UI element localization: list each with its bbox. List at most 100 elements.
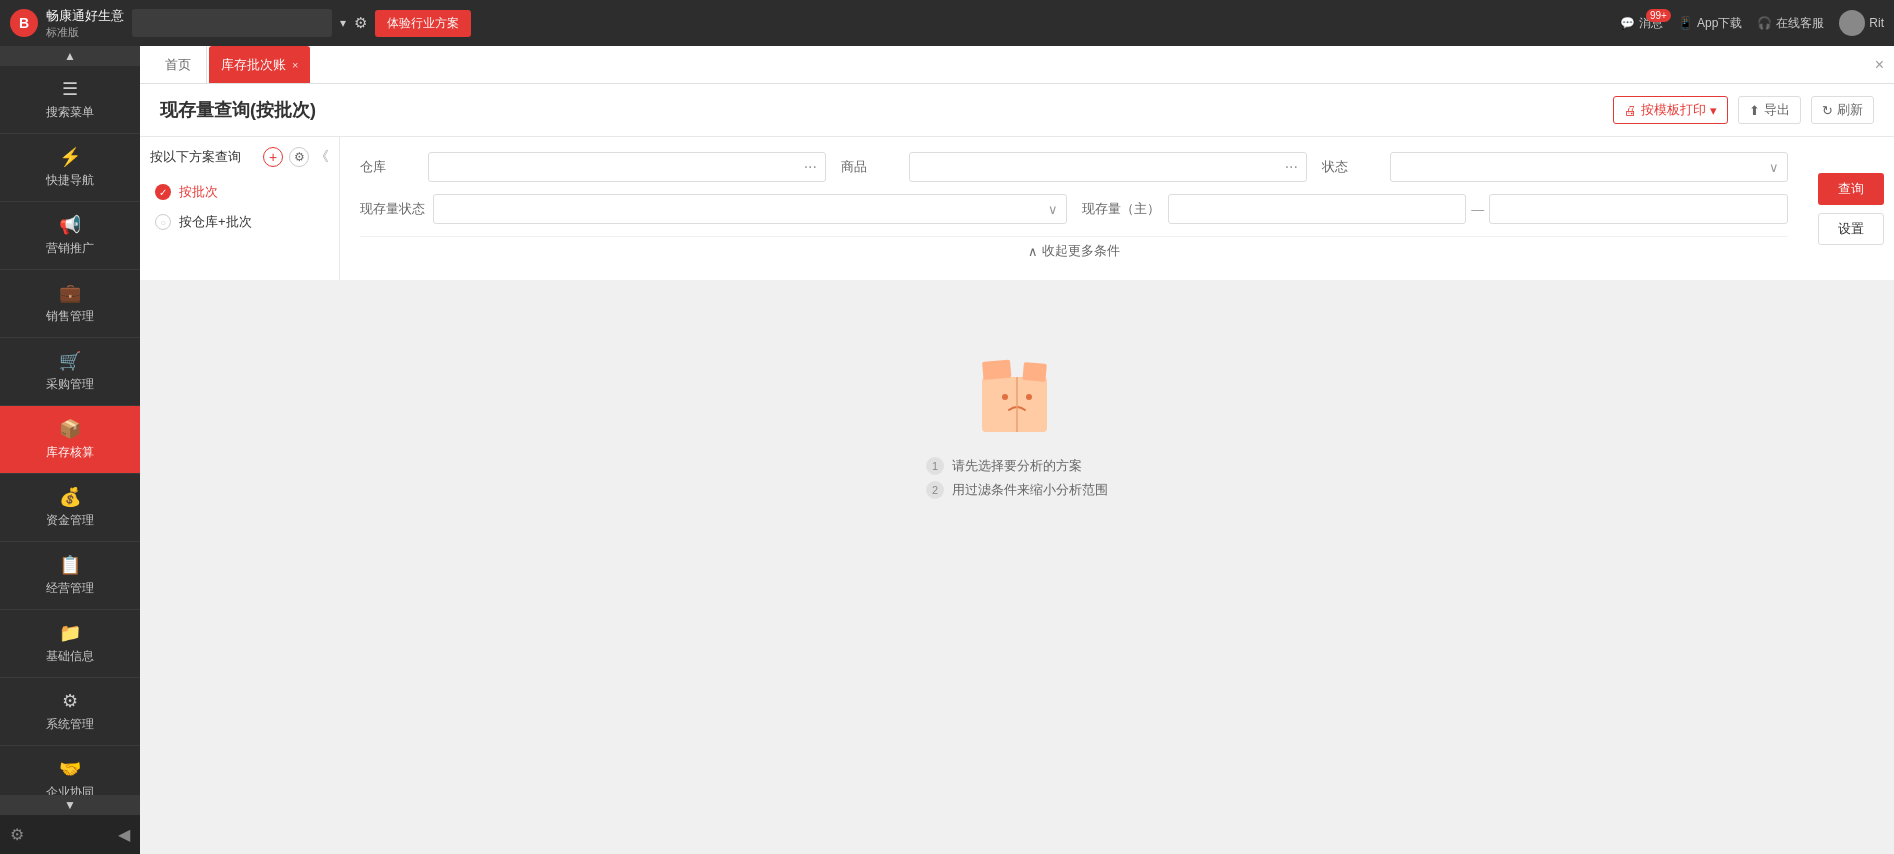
sidebar-item-system[interactable]: ⚙ 系统管理 xyxy=(0,678,140,746)
sidebar-item-label: 销售管理 xyxy=(46,308,94,325)
chevron-down-icon: ▾ xyxy=(340,16,346,30)
sidebar-item-operations[interactable]: 📋 经营管理 xyxy=(0,542,140,610)
tip-text-2: 用过滤条件来缩小分析范围 xyxy=(952,481,1108,499)
scheme-header: 按以下方案查询 + ⚙ 《 xyxy=(150,147,329,167)
warehouse-dots[interactable]: ··· xyxy=(804,158,817,176)
sidebar-item-sales[interactable]: 💼 销售管理 xyxy=(0,270,140,338)
search-menu-icon: ☰ xyxy=(62,78,78,100)
refresh-button[interactable]: ↻ 刷新 xyxy=(1811,96,1874,124)
sidebar-item-basic-info[interactable]: 📁 基础信息 xyxy=(0,610,140,678)
tab-close-icon[interactable]: × xyxy=(292,59,298,71)
scheme-item-label: 按批次 xyxy=(179,183,218,201)
stock-qty-from-input[interactable] xyxy=(1168,194,1467,224)
stock-qty-to-input[interactable] xyxy=(1489,194,1788,224)
stock-status-filter: 现存量状态 ∨ xyxy=(360,194,1067,224)
sidebar-item-search-menu[interactable]: ☰ 搜索菜单 xyxy=(0,66,140,134)
scheme-panel: 按以下方案查询 + ⚙ 《 xyxy=(140,137,340,280)
warehouse-label: 仓库 xyxy=(360,158,420,176)
sidebar-item-label: 库存核算 xyxy=(46,444,94,461)
user-profile[interactable]: Rit xyxy=(1839,10,1884,36)
search-dropdown[interactable]: ▾ xyxy=(340,16,346,30)
app-download-label: App下载 xyxy=(1697,15,1742,32)
chevron-up-icon: ∧ xyxy=(1028,244,1038,259)
brand-name: 畅康通好生意 xyxy=(46,7,124,25)
sidebar: ▲ ☰ 搜索菜单 ⚡ 快捷导航 📢 营销推广 💼 销售管理 🛒 采购管理 xyxy=(0,46,140,854)
collapse-more-button[interactable]: ∧ 收起更多条件 xyxy=(360,236,1788,265)
app-download-button[interactable]: 📱 App下载 xyxy=(1678,15,1742,32)
stock-qty-range: — xyxy=(1168,194,1789,224)
print-icon: 🖨 xyxy=(1624,103,1637,118)
sidebar-scroll-down[interactable]: ▼ xyxy=(0,795,140,815)
scheme-settings-button[interactable]: ⚙ xyxy=(289,147,309,167)
warehouse-input[interactable]: ··· xyxy=(428,152,826,182)
tab-home[interactable]: 首页 xyxy=(150,46,207,83)
scheme-collapse-button[interactable]: 《 xyxy=(315,148,329,166)
search-input[interactable] xyxy=(132,9,332,37)
range-separator: — xyxy=(1471,202,1484,217)
avatar xyxy=(1839,10,1865,36)
status-label: 状态 xyxy=(1322,158,1382,176)
stock-qty-filter: 现存量（主） — xyxy=(1082,194,1789,224)
sidebar-item-purchase[interactable]: 🛒 采购管理 xyxy=(0,338,140,406)
tip-text-1: 请先选择要分析的方案 xyxy=(952,457,1082,475)
svg-rect-1 xyxy=(982,360,1011,380)
scheme-active-dot: ✓ xyxy=(155,184,171,200)
page-content: 现存量查询(按批次) 🖨 按模板打印 ▾ ⬆ 导出 ↻ 刷新 xyxy=(140,84,1894,854)
stock-status-select[interactable]: ∨ xyxy=(433,194,1067,224)
template-print-button[interactable]: 🖨 按模板打印 ▾ xyxy=(1613,96,1728,124)
customer-service-button[interactable]: 🎧 在线客服 xyxy=(1757,15,1824,32)
scheme-header-title: 按以下方案查询 xyxy=(150,148,241,166)
tab-inventory-batch[interactable]: 库存批次账 × xyxy=(209,46,310,83)
svg-rect-2 xyxy=(1022,362,1046,382)
tab-bar: 首页 库存批次账 × × xyxy=(140,46,1894,84)
query-button[interactable]: 查询 xyxy=(1818,173,1884,205)
scheme-item-by-batch[interactable]: ✓ 按批次 xyxy=(150,177,329,207)
product-dots[interactable]: ··· xyxy=(1285,158,1298,176)
scheme-header-actions: + ⚙ 《 xyxy=(263,147,329,167)
scheme-add-button[interactable]: + xyxy=(263,147,283,167)
sidebar-item-label: 采购管理 xyxy=(46,376,94,393)
export-button[interactable]: ⬆ 导出 xyxy=(1738,96,1801,124)
svg-point-3 xyxy=(1002,394,1008,400)
close-all-tabs-icon[interactable]: × xyxy=(1875,56,1884,74)
brand-sub: 标准版 xyxy=(46,25,124,40)
scheme-item-label: 按仓库+批次 xyxy=(179,213,252,231)
headset-icon: 🎧 xyxy=(1757,16,1772,30)
refresh-icon: ↻ xyxy=(1822,103,1833,118)
chevron-down-icon: ▾ xyxy=(1710,103,1717,118)
stock-status-label: 现存量状态 xyxy=(360,200,425,218)
empty-illustration xyxy=(967,342,1067,442)
trial-button[interactable]: 体验行业方案 xyxy=(375,10,471,37)
sidebar-items: ☰ 搜索菜单 ⚡ 快捷导航 📢 营销推广 💼 销售管理 🛒 采购管理 📦 库 xyxy=(0,66,140,795)
sidebar-collapse-icon[interactable]: ◀ xyxy=(118,825,130,844)
export-icon: ⬆ xyxy=(1749,103,1760,118)
stock-status-arrow: ∨ xyxy=(1048,202,1058,217)
customer-service-label: 在线客服 xyxy=(1776,15,1824,32)
product-label: 商品 xyxy=(841,158,901,176)
sidebar-item-label: 资金管理 xyxy=(46,512,94,529)
sidebar-settings-icon[interactable]: ⚙ xyxy=(10,825,24,844)
status-arrow: ∨ xyxy=(1769,160,1779,175)
status-select[interactable]: ∨ xyxy=(1390,152,1788,182)
filter-settings-button[interactable]: 设置 xyxy=(1818,213,1884,245)
message-button[interactable]: 💬 消息 99+ xyxy=(1620,15,1663,32)
sidebar-scroll-up[interactable]: ▲ xyxy=(0,46,140,66)
empty-state: 1 请先选择要分析的方案 2 用过滤条件来缩小分析范围 xyxy=(140,282,1894,559)
scheme-item-by-warehouse-batch[interactable]: ○ 按仓库+批次 xyxy=(150,207,329,237)
operations-icon: 📋 xyxy=(59,554,81,576)
sidebar-item-marketing[interactable]: 📢 营销推广 xyxy=(0,202,140,270)
settings-icon[interactable]: ⚙ xyxy=(354,14,367,32)
sidebar-item-inventory[interactable]: 📦 库存核算 xyxy=(0,406,140,474)
main-layout: ▲ ☰ 搜索菜单 ⚡ 快捷导航 📢 营销推广 💼 销售管理 🛒 采购管理 xyxy=(0,46,1894,854)
message-icon: 💬 xyxy=(1620,16,1635,30)
sidebar-item-enterprise[interactable]: 🤝 企业协同 xyxy=(0,746,140,795)
topbar-right: 💬 消息 99+ 📱 App下载 🎧 在线客服 Rit xyxy=(1620,10,1884,36)
status-filter: 状态 ∨ xyxy=(1322,152,1788,182)
user-name: Rit xyxy=(1869,16,1884,30)
product-input[interactable]: ··· xyxy=(909,152,1307,182)
quick-nav-icon: ⚡ xyxy=(59,146,81,168)
query-btn-area: 查询 设置 xyxy=(1808,137,1894,280)
sidebar-item-finance[interactable]: 💰 资金管理 xyxy=(0,474,140,542)
message-badge: 99+ xyxy=(1646,9,1671,22)
sidebar-item-quick-nav[interactable]: ⚡ 快捷导航 xyxy=(0,134,140,202)
